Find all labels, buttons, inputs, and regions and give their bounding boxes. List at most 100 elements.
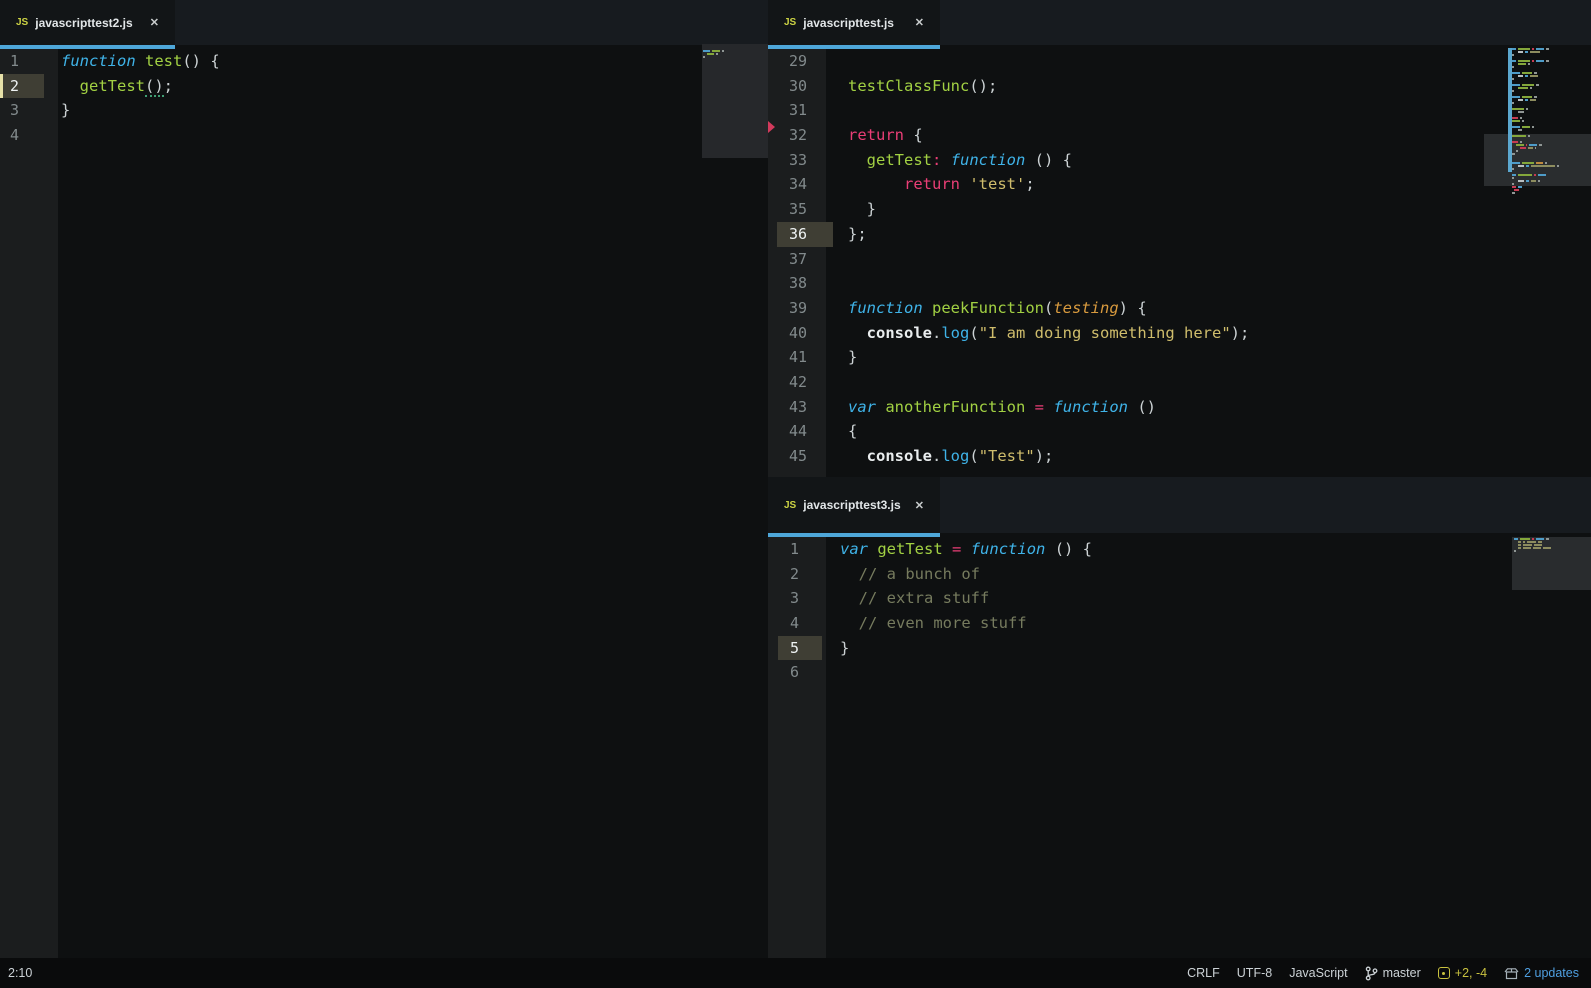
code-line[interactable]: 38 bbox=[768, 271, 1591, 296]
code-text[interactable]: } bbox=[833, 197, 876, 222]
code-line[interactable]: 1var getTest = function () { bbox=[768, 537, 1591, 562]
git-changes-indicator[interactable]: +2, -4 bbox=[1438, 966, 1487, 980]
close-icon[interactable]: ✕ bbox=[915, 16, 924, 29]
code-line[interactable]: 39function peekFunction(testing) { bbox=[768, 296, 1591, 321]
code-line[interactable]: 36}; bbox=[768, 222, 1591, 247]
code-area[interactable]: 1function test() {2 getTest();3}4 bbox=[0, 49, 768, 148]
code-text[interactable]: testClassFunc(); bbox=[833, 74, 997, 99]
code-line[interactable]: 45 console.log("Test"); bbox=[768, 444, 1591, 469]
line-number[interactable]: 39 bbox=[777, 296, 833, 321]
javascript-file-icon: JS bbox=[784, 17, 796, 28]
close-icon[interactable]: ✕ bbox=[150, 16, 159, 29]
code-text[interactable]: var anotherFunction = function () bbox=[833, 395, 1156, 420]
minimap[interactable] bbox=[702, 44, 768, 158]
code-line[interactable]: 33 getTest: function () { bbox=[768, 148, 1591, 173]
code-line[interactable]: 29 bbox=[768, 49, 1591, 74]
code-line[interactable]: 31 bbox=[768, 98, 1591, 123]
line-number[interactable]: 5 bbox=[778, 636, 822, 661]
code-line[interactable]: 1function test() { bbox=[0, 49, 768, 74]
code-text[interactable]: console.log("I am doing something here")… bbox=[833, 321, 1249, 346]
line-number[interactable]: 31 bbox=[777, 98, 833, 123]
code-text[interactable]: return 'test'; bbox=[833, 172, 1035, 197]
code-line[interactable]: 40 console.log("I am doing something her… bbox=[768, 321, 1591, 346]
code-text[interactable]: // extra stuff bbox=[822, 586, 989, 611]
tab-javascripttest3-js[interactable]: JS javascripttest3.js ✕ bbox=[768, 477, 940, 533]
code-line[interactable]: 6 bbox=[768, 660, 1591, 685]
code-text[interactable]: { bbox=[833, 419, 857, 444]
tab-javascripttest2-js[interactable]: JS javascripttest2.js ✕ bbox=[0, 0, 175, 45]
code-line[interactable]: 5} bbox=[768, 636, 1591, 661]
code-text[interactable]: // a bunch of bbox=[822, 562, 980, 587]
line-number[interactable]: 41 bbox=[777, 345, 833, 370]
code-text[interactable]: getTest(); bbox=[44, 74, 173, 99]
code-line[interactable]: 2 // a bunch of bbox=[768, 562, 1591, 587]
line-number[interactable]: 35 bbox=[777, 197, 833, 222]
tab-javascripttest-js[interactable]: JS javascripttest.js ✕ bbox=[768, 0, 940, 45]
code-line[interactable]: 2 getTest(); bbox=[0, 74, 768, 99]
code-text[interactable]: } bbox=[833, 345, 857, 370]
minimap-line bbox=[1518, 75, 1540, 77]
code-area[interactable]: 2930testClassFunc();3132return {33 getTe… bbox=[768, 49, 1591, 469]
code-line[interactable]: 41} bbox=[768, 345, 1591, 370]
code-text[interactable]: } bbox=[822, 636, 849, 661]
code-line[interactable]: 32return { bbox=[768, 123, 1591, 148]
code-text[interactable]: function peekFunction(testing) { bbox=[833, 296, 1147, 321]
code-text[interactable]: function test() { bbox=[44, 49, 220, 74]
updates-indicator[interactable]: 2 updates bbox=[1504, 966, 1579, 980]
line-number[interactable]: 38 bbox=[777, 271, 833, 296]
cursor-position[interactable]: 2:10 bbox=[8, 966, 32, 980]
eol-indicator[interactable]: CRLF bbox=[1187, 966, 1220, 980]
code-line[interactable]: 4 // even more stuff bbox=[768, 611, 1591, 636]
code-line[interactable]: 43var anotherFunction = function () bbox=[768, 395, 1591, 420]
minimap[interactable] bbox=[1484, 44, 1591, 220]
code-line[interactable]: 3} bbox=[0, 98, 768, 123]
git-branch-icon bbox=[1365, 966, 1378, 981]
code-text[interactable]: var getTest = function () { bbox=[822, 537, 1092, 562]
line-number[interactable]: 40 bbox=[777, 321, 833, 346]
code-area[interactable]: 1var getTest = function () {2 // a bunch… bbox=[768, 537, 1591, 685]
code-line[interactable]: 37 bbox=[768, 247, 1591, 272]
code-text[interactable]: }; bbox=[833, 222, 867, 247]
code-line[interactable]: 4 bbox=[0, 123, 768, 148]
line-number[interactable]: 3 bbox=[0, 98, 44, 123]
line-number[interactable]: 44 bbox=[777, 419, 833, 444]
line-number[interactable]: 4 bbox=[0, 123, 44, 148]
editor-group-left: JS javascripttest2.js ✕ 1function test()… bbox=[0, 0, 768, 958]
encoding-indicator[interactable]: UTF-8 bbox=[1237, 966, 1272, 980]
line-number[interactable]: 2 bbox=[0, 74, 44, 99]
line-number[interactable]: 34 bbox=[777, 172, 833, 197]
git-branch-indicator[interactable]: master bbox=[1365, 966, 1421, 981]
line-number[interactable]: 4 bbox=[778, 611, 822, 636]
close-icon[interactable]: ✕ bbox=[915, 499, 924, 512]
code-line[interactable]: 42 bbox=[768, 370, 1591, 395]
code-text[interactable]: // even more stuff bbox=[822, 611, 1027, 636]
minimap-viewport[interactable] bbox=[1484, 134, 1591, 186]
editor-group-top-right: JS javascripttest.js ✕ 2930testClassFunc… bbox=[768, 0, 1591, 477]
line-number[interactable]: 3 bbox=[778, 586, 822, 611]
line-number[interactable]: 37 bbox=[777, 247, 833, 272]
line-number[interactable]: 45 bbox=[777, 444, 833, 469]
language-indicator[interactable]: JavaScript bbox=[1289, 966, 1347, 980]
line-number[interactable]: 32 bbox=[777, 123, 833, 148]
line-number[interactable]: 30 bbox=[777, 74, 833, 99]
line-number[interactable]: 2 bbox=[778, 562, 822, 587]
code-text[interactable]: console.log("Test"); bbox=[833, 444, 1053, 469]
code-text[interactable]: getTest: function () { bbox=[833, 148, 1072, 173]
line-number[interactable]: 1 bbox=[778, 537, 822, 562]
line-number[interactable]: 1 bbox=[0, 49, 44, 74]
minimap[interactable] bbox=[1512, 537, 1591, 590]
code-text[interactable]: } bbox=[44, 98, 70, 123]
line-number[interactable]: 36 bbox=[777, 222, 833, 247]
code-line[interactable]: 3 // extra stuff bbox=[768, 586, 1591, 611]
code-text[interactable]: return { bbox=[833, 123, 923, 148]
line-number[interactable]: 42 bbox=[777, 370, 833, 395]
code-line[interactable]: 35 } bbox=[768, 197, 1591, 222]
code-line[interactable]: 30testClassFunc(); bbox=[768, 74, 1591, 99]
code-line[interactable]: 44{ bbox=[768, 419, 1591, 444]
code-line[interactable]: 34 return 'test'; bbox=[768, 172, 1591, 197]
line-number[interactable]: 29 bbox=[777, 49, 833, 74]
gutter[interactable] bbox=[0, 49, 58, 958]
line-number[interactable]: 6 bbox=[778, 660, 822, 685]
line-number[interactable]: 43 bbox=[777, 395, 833, 420]
line-number[interactable]: 33 bbox=[777, 148, 833, 173]
